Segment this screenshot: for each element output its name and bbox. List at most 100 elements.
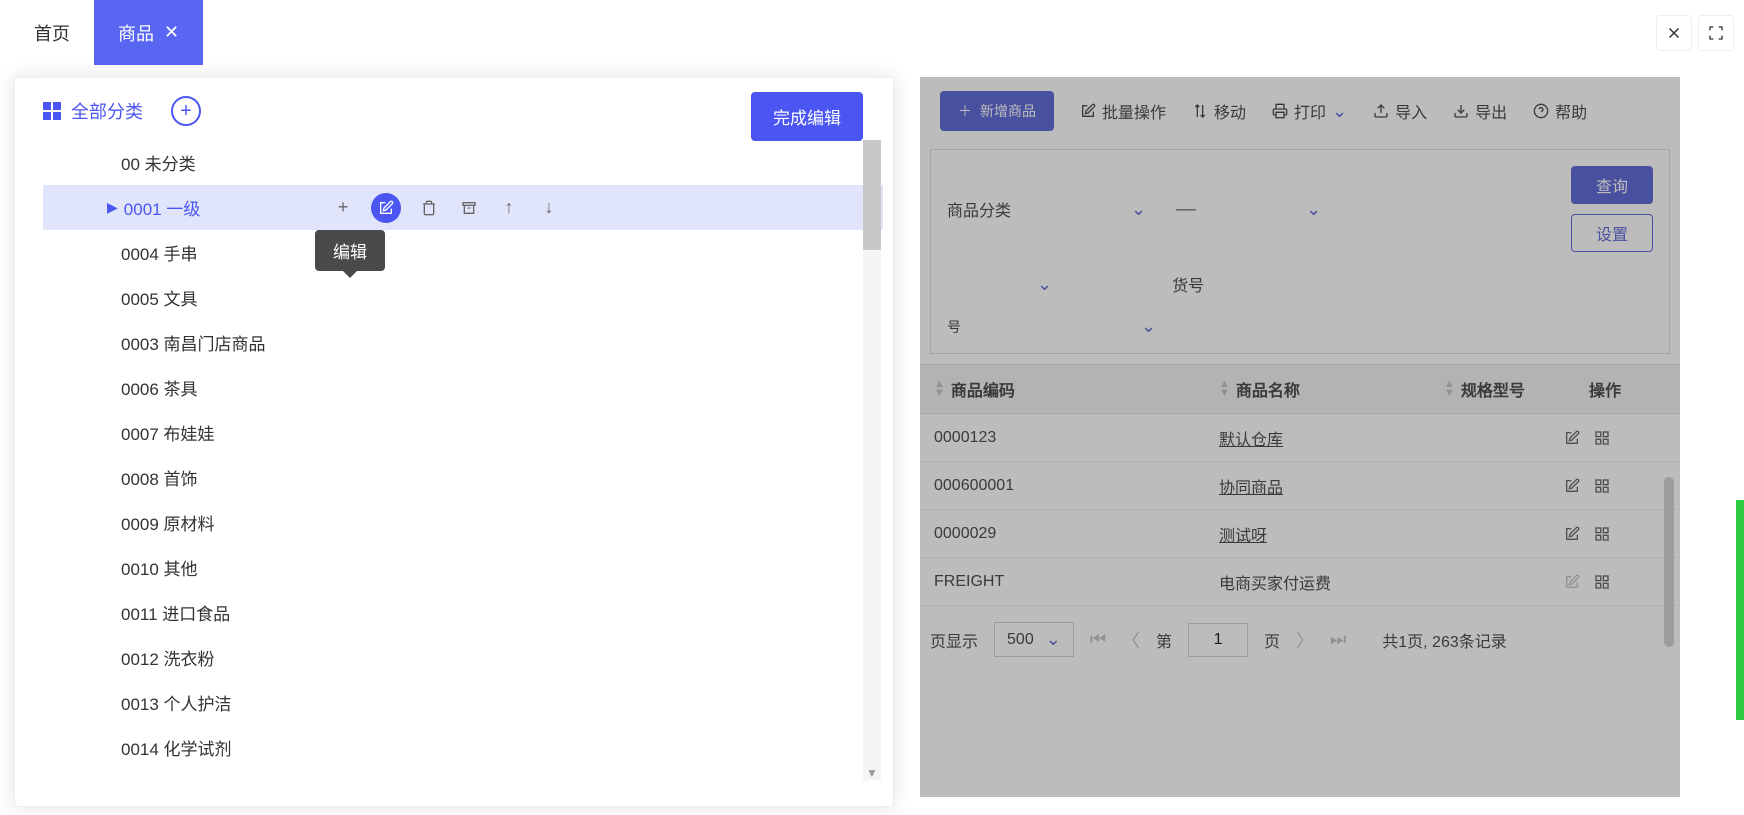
tree-item-label: 00 未分类: [121, 150, 196, 175]
settings-button[interactable]: 设置: [1571, 214, 1653, 252]
tree-item[interactable]: 0013 个人护洁: [43, 680, 883, 725]
range-dash: —: [1176, 198, 1196, 221]
scroll-down-icon[interactable]: ▼: [863, 766, 881, 780]
done-editing-button[interactable]: 完成编辑: [751, 92, 863, 141]
tree-item[interactable]: 00 未分类: [43, 140, 883, 185]
print-button[interactable]: 打印 ⌄: [1272, 99, 1347, 123]
product-name-link[interactable]: 测试呀: [1219, 528, 1267, 545]
cell-name: 测试呀: [1205, 522, 1430, 546]
move-up-icon[interactable]: ↑: [497, 196, 521, 220]
tab-home[interactable]: 首页: [10, 0, 94, 65]
product-page-background: ＋ 新增商品 批量操作 移动 打印 ⌄ 导入 导出: [920, 77, 1680, 797]
fullscreen-icon: [1708, 25, 1724, 41]
chevron-down-icon: ⌄: [1046, 629, 1061, 650]
table-row[interactable]: 000600001协同商品: [920, 462, 1680, 510]
chevron-down-icon[interactable]: ⌄: [1037, 274, 1052, 295]
tree-item[interactable]: 0014 化学试剂: [43, 725, 883, 770]
tree-scrollbar[interactable]: ▼: [863, 140, 881, 780]
product-name-link[interactable]: 协同商品: [1219, 480, 1283, 497]
caret-right-icon: ▶: [107, 199, 118, 216]
new-product-button[interactable]: ＋ 新增商品: [940, 91, 1054, 131]
chevron-down-icon[interactable]: ⌄: [1131, 199, 1146, 220]
chevron-down-icon[interactable]: ⌄: [1141, 316, 1156, 337]
right-edge-indicator: [1736, 500, 1744, 720]
query-button[interactable]: 查询: [1571, 166, 1653, 204]
archive-icon[interactable]: [457, 196, 481, 220]
import-button[interactable]: 导入: [1373, 99, 1427, 123]
filter-article-label: 货号: [1172, 272, 1204, 296]
tree-item-label: 0012 洗衣粉: [121, 645, 215, 670]
add-category-button[interactable]: +: [171, 96, 201, 126]
table-row[interactable]: 0000029 测试呀: [920, 510, 1680, 558]
delete-icon[interactable]: [417, 196, 441, 220]
row-more-icon[interactable]: [1594, 478, 1610, 494]
prev-page-icon[interactable]: 〈: [1122, 627, 1140, 653]
next-page-icon[interactable]: 〉: [1296, 627, 1314, 653]
batch-ops-button[interactable]: 批量操作: [1080, 99, 1166, 123]
tree-item[interactable]: ▶0001 一级+↑↓: [43, 185, 883, 230]
tree-item[interactable]: 0003 南昌门店商品: [43, 320, 883, 365]
cell-name: 默认仓库: [1205, 426, 1430, 450]
new-product-label: 新增商品: [980, 101, 1036, 121]
product-name-link[interactable]: 默认仓库: [1219, 432, 1283, 449]
chevron-down-icon[interactable]: ⌄: [1306, 199, 1321, 220]
row-more-icon[interactable]: [1594, 526, 1610, 542]
tree-item[interactable]: 0005 文具: [43, 275, 883, 320]
tree-item[interactable]: 0007 布娃娃: [43, 410, 883, 455]
row-edit-icon[interactable]: [1564, 478, 1580, 494]
tree-item[interactable]: 0010 其他: [43, 545, 883, 590]
tree-item-label: 0011 进口食品: [121, 600, 230, 625]
plus-icon: +: [180, 100, 192, 123]
export-button[interactable]: 导出: [1453, 99, 1507, 123]
tree-item[interactable]: 0008 首饰: [43, 455, 883, 500]
tab-product-label: 商品: [118, 20, 154, 46]
cell-code: FREIGHT: [920, 573, 1205, 591]
help-button[interactable]: 帮助: [1533, 99, 1587, 123]
page-input[interactable]: [1188, 623, 1248, 657]
pagination: 页显示 500 ⌄ ⏮ 〈 第 页 〉 ⏭ 共1页, 263条记录: [920, 606, 1680, 673]
sort-icon[interactable]: ▲▼: [1219, 380, 1230, 398]
move-down-icon[interactable]: ↓: [537, 196, 561, 220]
row-more-icon[interactable]: [1594, 430, 1610, 446]
export-icon: [1453, 103, 1469, 119]
cell-name: 协同商品: [1205, 474, 1430, 498]
fullscreen-button[interactable]: [1698, 15, 1734, 51]
tree-item[interactable]: 0011 进口食品: [43, 590, 883, 635]
tree-item[interactable]: 0012 洗衣粉: [43, 635, 883, 680]
table-scrollbar[interactable]: [1664, 477, 1674, 647]
tree-item-label: 0014 化学试剂: [121, 735, 232, 760]
close-all-button[interactable]: [1656, 15, 1692, 51]
close-icon[interactable]: ✕: [164, 22, 179, 43]
th-ops: 操作: [1589, 377, 1621, 401]
cell-code: 0000123: [920, 429, 1205, 447]
tab-product[interactable]: 商品 ✕: [94, 0, 203, 65]
last-page-icon[interactable]: ⏭: [1330, 629, 1346, 650]
first-page-icon[interactable]: ⏮: [1090, 629, 1106, 650]
table-row[interactable]: 0000123 默认仓库: [920, 414, 1680, 462]
tree-item[interactable]: 0004 手串: [43, 230, 883, 275]
tree-item-label: 0010 其他: [121, 555, 198, 580]
th-name[interactable]: 商品名称: [1236, 377, 1300, 401]
table-row[interactable]: FREIGHT电商买家付运费: [920, 558, 1680, 606]
page-prefix: 第: [1156, 628, 1172, 652]
row-edit-icon[interactable]: [1564, 430, 1580, 446]
cell-code: 0000029: [920, 525, 1205, 543]
row-edit-icon[interactable]: [1564, 526, 1580, 542]
top-tab-bar: 首页 商品 ✕: [0, 0, 1744, 65]
cell-name: 电商买家付运费: [1205, 570, 1430, 594]
move-button[interactable]: 移动: [1192, 99, 1246, 123]
grid-icon: [43, 102, 61, 120]
edit-icon[interactable]: [371, 193, 401, 223]
help-icon: [1533, 103, 1549, 119]
add-child-icon[interactable]: +: [331, 196, 355, 220]
row-more-icon[interactable]: [1594, 574, 1610, 590]
per-page-select[interactable]: 500 ⌄: [994, 622, 1074, 657]
th-code[interactable]: 商品编码: [951, 377, 1015, 401]
th-spec[interactable]: 规格型号: [1461, 377, 1525, 401]
tree-item[interactable]: 0009 原材料: [43, 500, 883, 545]
sort-icon[interactable]: ▲▼: [934, 380, 945, 398]
category-editor-panel: 全部分类 + 完成编辑 编辑 00 未分类▶0001 一级+↑↓0004 手串0…: [14, 77, 894, 807]
sort-icon[interactable]: ▲▼: [1444, 380, 1455, 398]
all-categories-button[interactable]: 全部分类: [43, 98, 143, 124]
tree-item[interactable]: 0006 茶具: [43, 365, 883, 410]
